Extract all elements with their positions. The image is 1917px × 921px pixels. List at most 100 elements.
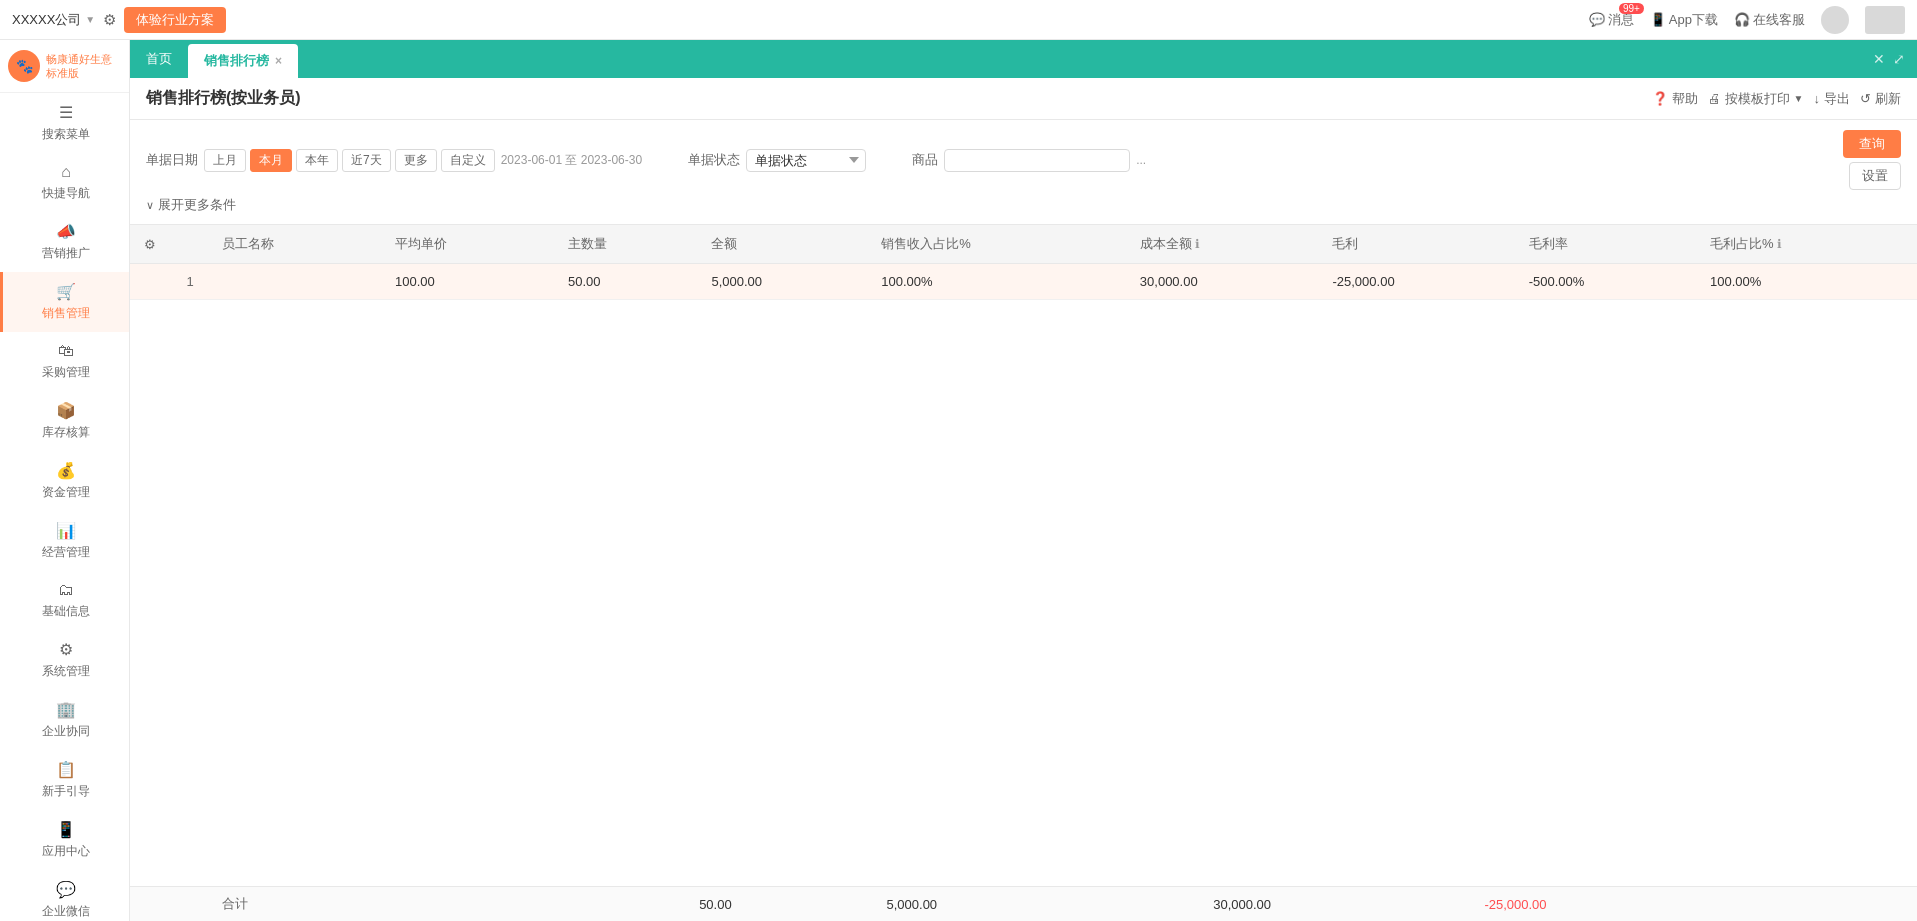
col-cost: 成本全额 ℹ <box>1128 225 1321 264</box>
sidebar-item-label: 销售管理 <box>42 305 90 322</box>
finance-icon: 💰 <box>56 461 76 480</box>
chevron-down-icon: ▼ <box>85 14 95 25</box>
col-amount: 全额 <box>699 225 869 264</box>
sidebar-item-shortcut[interactable]: ⌂ 快捷导航 <box>0 153 129 212</box>
settings-icon[interactable]: ⚙ <box>103 11 116 29</box>
sidebar-item-label: 经营管理 <box>42 544 90 561</box>
data-table: ⚙ 员工名称 平均单价 主数量 <box>130 225 1917 300</box>
company-name: XXXXX公司 <box>12 11 81 29</box>
date-btn-this-month[interactable]: 本月 <box>250 149 292 172</box>
sidebar-item-finance[interactable]: 💰 资金管理 <box>0 451 129 511</box>
footer-row: 合计 50.00 5,000.00 30,000.00 -25,000.00 <box>130 887 1917 921</box>
row-gross-rate: -500.00% <box>1517 264 1698 300</box>
chevron-down-icon: ∨ <box>146 199 154 212</box>
trial-button[interactable]: 体验行业方案 <box>124 7 226 33</box>
app-download-button[interactable]: 📱 App下载 <box>1650 11 1718 29</box>
sidebar-item-label: 资金管理 <box>42 484 90 501</box>
sidebar-item-label: 库存核算 <box>42 424 90 441</box>
status-select[interactable]: 单据状态 <box>746 149 866 172</box>
inventory-icon: 📦 <box>56 401 76 420</box>
table-footer: 合计 50.00 5,000.00 30,000.00 -25,000.00 <box>130 886 1917 921</box>
tab-sales-rank[interactable]: 销售排行榜 × <box>188 44 298 78</box>
sidebar-item-marketing[interactable]: 📣 营销推广 <box>0 212 129 272</box>
row-qty: 50.00 <box>556 264 699 300</box>
sidebar-item-enterprise[interactable]: 🏢 企业协同 <box>0 690 129 750</box>
company-selector[interactable]: XXXXX公司 ▼ <box>12 11 95 29</box>
sidebar-logo: 🐾 畅康通好生意 标准版 <box>0 40 129 93</box>
sidebar-item-basic[interactable]: 🗂 基础信息 <box>0 571 129 630</box>
goods-input[interactable] <box>944 149 1130 172</box>
sidebar-item-guide[interactable]: 📋 新手引导 <box>0 750 129 810</box>
expand-label: 展开更多条件 <box>158 196 236 214</box>
maximize-icon[interactable]: ⤢ <box>1893 51 1905 67</box>
footer-sales-pct-spacer <box>1122 887 1202 921</box>
goods-filter-label: 商品 <box>912 151 938 169</box>
print-icon: 🖨 <box>1708 91 1721 106</box>
date-filter-label: 单据日期 <box>146 151 198 169</box>
tab-bar: 首页 销售排行榜 × ✕ ⤢ <box>130 40 1917 78</box>
footer-gross-pct-spacer <box>1837 887 1917 921</box>
col-name: 员工名称 <box>210 225 383 264</box>
close-window-icon[interactable]: ✕ <box>1873 51 1885 67</box>
query-button[interactable]: 查询 <box>1843 130 1901 158</box>
more-filters-icon[interactable]: ... <box>1136 153 1146 167</box>
row-gross: -25,000.00 <box>1320 264 1516 300</box>
sidebar: 🐾 畅康通好生意 标准版 ☰ 搜索菜单 ⌂ 快捷导航 📣 营销推广 🛒 销售 <box>0 40 130 921</box>
sidebar-item-app-center[interactable]: 📱 应用中心 <box>0 810 129 870</box>
filter-area: 单据日期 上月 本月 本年 近7天 更多 自定义 2023-06-01 至 20… <box>130 120 1917 225</box>
sidebar-item-search[interactable]: ☰ 搜索菜单 <box>0 93 129 153</box>
date-btn-7days[interactable]: 近7天 <box>342 149 391 172</box>
app-center-icon: 📱 <box>56 820 76 839</box>
sidebar-item-system[interactable]: ⚙ 系统管理 <box>0 630 129 690</box>
footer-qty: 50.00 <box>687 887 874 921</box>
tab-active-label: 销售排行榜 <box>204 52 269 70</box>
date-btn-more[interactable]: 更多 <box>395 149 437 172</box>
export-button[interactable]: ↓ 导出 <box>1814 90 1851 108</box>
print-button[interactable]: 🖨 按模板打印 ▼ <box>1708 90 1804 108</box>
headset-icon: 🎧 <box>1734 12 1750 27</box>
page-title: 销售排行榜(按业务员) <box>146 88 301 119</box>
sidebar-item-label: 快捷导航 <box>42 185 90 202</box>
sidebar-item-wechat[interactable]: 💬 企业微信 <box>0 870 129 921</box>
date-btn-custom[interactable]: 自定义 <box>441 149 495 172</box>
online-service-label: 在线客服 <box>1753 11 1805 29</box>
sidebar-item-operation[interactable]: 📊 经营管理 <box>0 511 129 571</box>
sidebar-item-sales[interactable]: 🛒 销售管理 <box>0 272 129 332</box>
row-avg-price: 100.00 <box>383 264 556 300</box>
search-menu-icon: ☰ <box>59 103 73 122</box>
sidebar-item-purchase[interactable]: 🛍 采购管理 <box>0 332 129 391</box>
col-settings[interactable]: ⚙ <box>130 225 170 264</box>
footer-label: 合计 <box>210 887 608 921</box>
operation-icon: 📊 <box>56 521 76 540</box>
date-btn-last-month[interactable]: 上月 <box>204 149 246 172</box>
table-row: 1 100.00 50.00 5,000.00 100.00% 30,000.0… <box>130 264 1917 300</box>
avatar[interactable] <box>1821 6 1849 34</box>
guide-icon: 📋 <box>56 760 76 779</box>
footer-spacer <box>130 887 170 921</box>
date-btn-this-year[interactable]: 本年 <box>296 149 338 172</box>
settings-button[interactable]: 设置 <box>1849 162 1901 190</box>
expand-more-button[interactable]: ∨ 展开更多条件 <box>146 196 1901 214</box>
tab-close-icon[interactable]: × <box>275 54 282 68</box>
enterprise-icon: 🏢 <box>56 700 76 719</box>
date-buttons: 上月 本月 本年 近7天 更多 自定义 <box>204 149 495 172</box>
phone-icon: 📱 <box>1650 12 1666 27</box>
row-sales-pct: 100.00% <box>869 264 1128 300</box>
footer-gross-rate-spacer <box>1758 887 1838 921</box>
footer-rank-spacer <box>170 887 210 921</box>
online-service-button[interactable]: 🎧 在线客服 <box>1734 11 1805 29</box>
col-avg-price: 平均单价 <box>383 225 556 264</box>
help-button[interactable]: ❓ 帮助 <box>1652 90 1698 108</box>
gross-pct-info-icon[interactable]: ℹ <box>1777 237 1782 251</box>
goods-filter: 商品 ... <box>912 149 1146 172</box>
cost-info-icon[interactable]: ℹ <box>1195 237 1200 251</box>
sidebar-item-label: 新手引导 <box>42 783 90 800</box>
row-settings <box>130 264 170 300</box>
refresh-button[interactable]: ↺ 刷新 <box>1860 90 1901 108</box>
sidebar-item-inventory[interactable]: 📦 库存核算 <box>0 391 129 451</box>
sidebar-item-label: 采购管理 <box>42 364 90 381</box>
sidebar-item-label: 营销推广 <box>42 245 90 262</box>
tab-home[interactable]: 首页 <box>130 40 188 78</box>
message-button[interactable]: 💬 消息 99+ <box>1589 11 1634 29</box>
footer-gross: -25,000.00 <box>1472 887 1758 921</box>
